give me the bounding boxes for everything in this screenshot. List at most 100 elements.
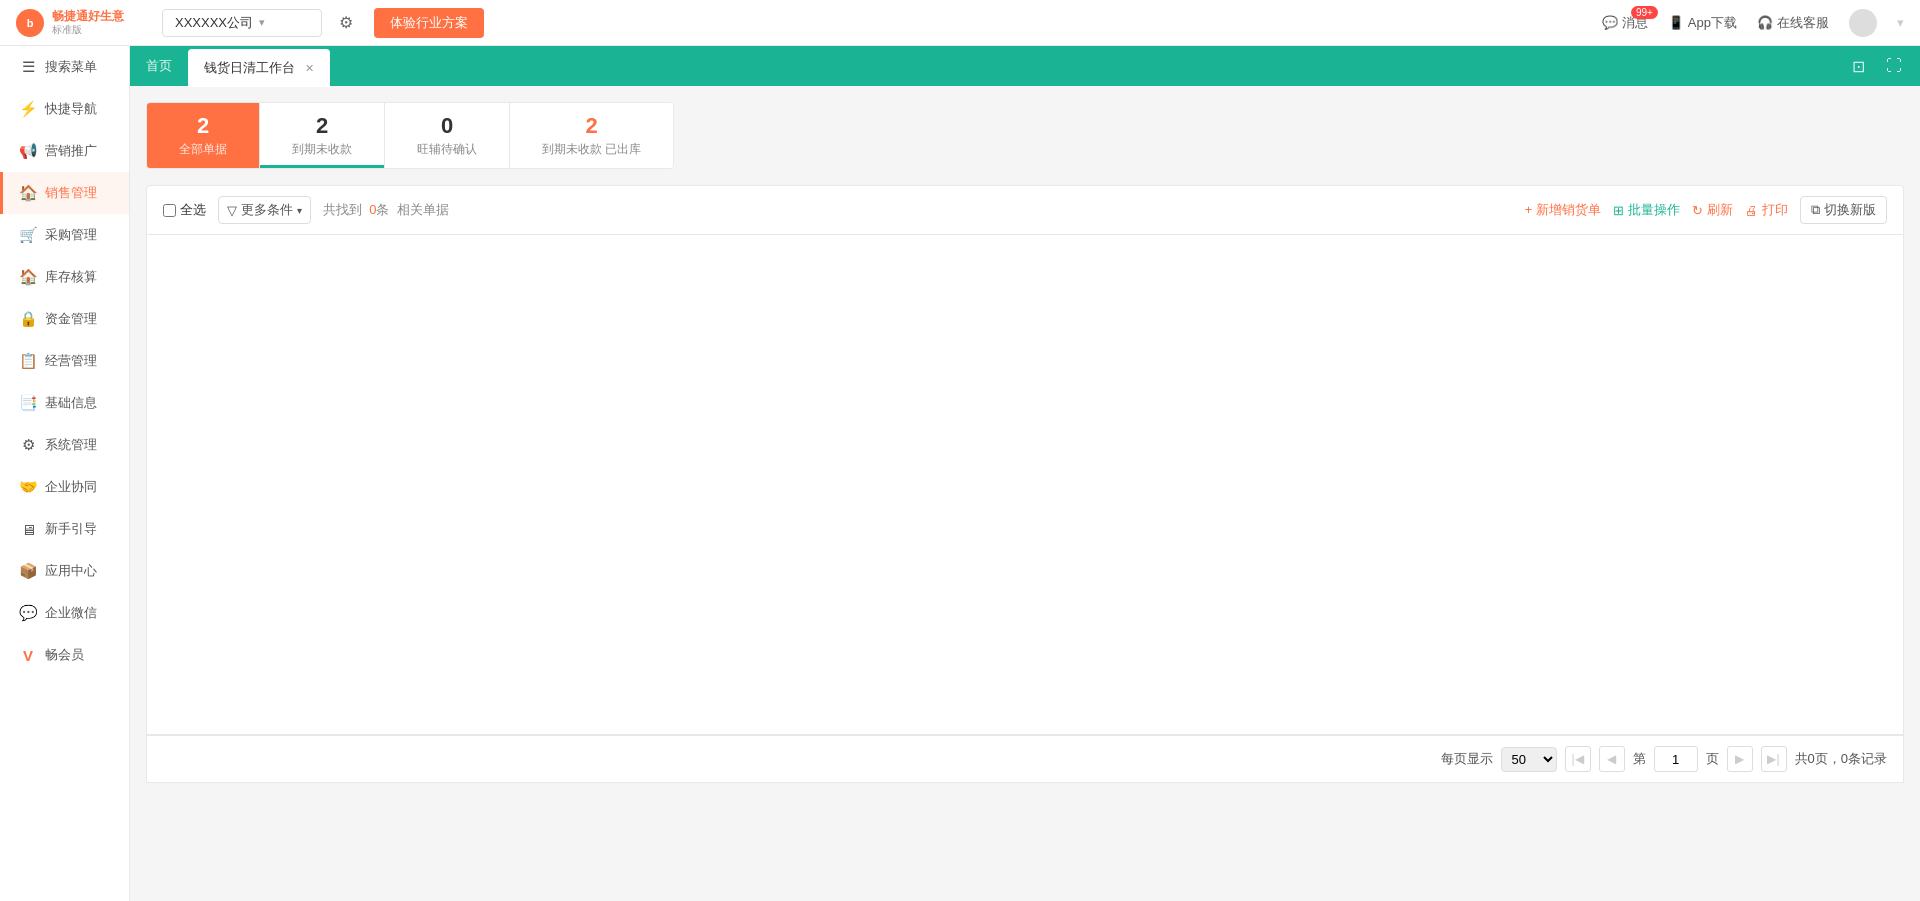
stats-tab-pending[interactable]: 0 旺辅待确认 <box>385 103 510 168</box>
logo-title: 畅捷通好生意 <box>52 9 124 23</box>
found-unit: 条 <box>376 202 389 217</box>
page-label: 第 <box>1633 750 1646 768</box>
filter-chevron-icon: ▾ <box>297 205 302 216</box>
sidebar-item-marketing[interactable]: 📢 营销推广 <box>0 130 129 172</box>
sidebar-item-cooperation[interactable]: 🤝 企业协同 <box>0 466 129 508</box>
svg-text:b: b <box>27 17 34 29</box>
batch-operation-button[interactable]: ⊞ 批量操作 <box>1613 201 1680 219</box>
sidebar-item-label-cooperation: 企业协同 <box>45 478 97 496</box>
stats-label-overdue: 到期未收款 <box>292 141 352 158</box>
sidebar-item-guide[interactable]: 🖥 新手引导 <box>0 508 129 550</box>
top-bar-right: 💬 消息 99+ 📱 App下载 🎧 在线客服 ▾ <box>1602 9 1904 37</box>
select-all-label: 全选 <box>180 201 206 219</box>
guide-icon: 🖥 <box>19 520 37 538</box>
filter-icon: ▽ <box>227 203 237 218</box>
quick-nav-icon: ⚡ <box>19 100 37 118</box>
tab-close-icon[interactable]: ✕ <box>305 62 314 75</box>
stats-tab-all[interactable]: 2 全部单据 <box>147 103 260 168</box>
sidebar-item-label-guide: 新手引导 <box>45 520 97 538</box>
sidebar-item-app-center[interactable]: 📦 应用中心 <box>0 550 129 592</box>
add-sales-order-button[interactable]: + 新增销货单 <box>1525 201 1601 219</box>
select-all-checkbox[interactable]: 全选 <box>163 201 206 219</box>
sidebar-item-label-system: 系统管理 <box>45 436 97 454</box>
sidebar-item-capital[interactable]: 🔒 资金管理 <box>0 298 129 340</box>
found-prefix: 共找到 <box>323 202 362 217</box>
found-suffix: 相关单据 <box>397 202 449 217</box>
print-label: 打印 <box>1762 201 1788 219</box>
company-selector[interactable]: XXXXXX公司 ▾ <box>162 9 322 37</box>
current-page-input[interactable] <box>1654 746 1698 772</box>
sidebar-item-sales[interactable]: 🏠 销售管理 <box>0 172 129 214</box>
stats-count-shipped: 2 <box>586 113 598 139</box>
select-all-input[interactable] <box>163 204 176 217</box>
sidebar-item-label-wechat: 企业微信 <box>45 604 97 622</box>
stats-tab-underline <box>260 165 384 168</box>
sidebar-item-operation[interactable]: 📋 经营管理 <box>0 340 129 382</box>
sidebar-item-purchase[interactable]: 🛒 采购管理 <box>0 214 129 256</box>
first-page-button[interactable]: |◀ <box>1565 746 1591 772</box>
tab-bar-actions: ⊡ ⛶ <box>1844 52 1920 80</box>
tab-cashflow[interactable]: 钱货日清工作台 ✕ <box>188 49 330 87</box>
next-page-button[interactable]: ▶ <box>1727 746 1753 772</box>
per-page-select[interactable]: 50 20 100 <box>1501 747 1557 772</box>
switch-label: 切换新版 <box>1824 201 1876 219</box>
sidebar-item-label-sales: 销售管理 <box>45 184 97 202</box>
sidebar-item-system[interactable]: ⚙ 系统管理 <box>0 424 129 466</box>
logo-text: 畅捷通好生意 标准版 <box>52 9 124 35</box>
sidebar-item-label-operation: 经营管理 <box>45 352 97 370</box>
stats-tabs: 2 全部单据 2 到期未收款 0 旺辅待确认 2 到期未收款 已出库 <box>146 102 674 169</box>
tab-home-label: 首页 <box>146 57 172 75</box>
sidebar-item-quick-nav[interactable]: ⚡ 快捷导航 <box>0 88 129 130</box>
found-text: 共找到 0条 相关单据 <box>323 201 449 219</box>
sidebar-item-inventory[interactable]: 🏠 库存核算 <box>0 256 129 298</box>
settings-icon[interactable]: ⚙ <box>330 7 362 39</box>
cooperation-icon: 🤝 <box>19 478 37 496</box>
sidebar-item-label-marketing: 营销推广 <box>45 142 97 160</box>
tab-home[interactable]: 首页 <box>130 46 188 86</box>
refresh-label: 刷新 <box>1707 201 1733 219</box>
last-page-button[interactable]: ▶| <box>1761 746 1787 772</box>
total-info: 共0页，0条记录 <box>1795 750 1887 768</box>
tab-minimize-icon[interactable]: ⊡ <box>1844 52 1872 80</box>
experience-button[interactable]: 体验行业方案 <box>374 8 484 38</box>
operation-icon: 📋 <box>19 352 37 370</box>
stats-tab-overdue[interactable]: 2 到期未收款 <box>260 103 385 168</box>
sidebar-item-wechat[interactable]: 💬 企业微信 <box>0 592 129 634</box>
prev-page-button[interactable]: ◀ <box>1599 746 1625 772</box>
tab-bar: 首页 钱货日清工作台 ✕ ⊡ ⛶ <box>130 46 1920 86</box>
per-page-label: 每页显示 <box>1441 750 1493 768</box>
toolbar-right: + 新增销货单 ⊞ 批量操作 ↻ 刷新 🖨 打印 ⧉ 切换新版 <box>1525 196 1887 224</box>
user-name[interactable]: ▾ <box>1897 15 1904 30</box>
message-button[interactable]: 💬 消息 99+ <box>1602 14 1648 32</box>
online-service-button[interactable]: 🎧 在线客服 <box>1757 14 1829 32</box>
sidebar-item-search-menu[interactable]: ☰ 搜索菜单 <box>0 46 129 88</box>
headset-icon: 🎧 <box>1757 15 1773 30</box>
system-icon: ⚙ <box>19 436 37 454</box>
online-service-label: 在线客服 <box>1777 14 1829 32</box>
sidebar-item-vip[interactable]: V 畅会员 <box>0 634 129 676</box>
batch-label: 批量操作 <box>1628 201 1680 219</box>
logo: b 畅捷通好生意 标准版 <box>16 9 146 37</box>
app-download-label: App下载 <box>1688 14 1737 32</box>
marketing-icon: 📢 <box>19 142 37 160</box>
filter-button[interactable]: ▽ 更多条件 ▾ <box>218 196 311 224</box>
avatar[interactable] <box>1849 9 1877 37</box>
sidebar-item-basic-info[interactable]: 📑 基础信息 <box>0 382 129 424</box>
sidebar-item-label-search-menu: 搜索菜单 <box>45 58 97 76</box>
print-button[interactable]: 🖨 打印 <box>1745 201 1788 219</box>
refresh-button[interactable]: ↻ 刷新 <box>1692 201 1733 219</box>
tab-maximize-icon[interactable]: ⛶ <box>1880 52 1908 80</box>
sidebar-item-label-quick-nav: 快捷导航 <box>45 100 97 118</box>
message-badge: 99+ <box>1631 6 1658 19</box>
sidebar-item-label-capital: 资金管理 <box>45 310 97 328</box>
app-center-icon: 📦 <box>19 562 37 580</box>
capital-icon: 🔒 <box>19 310 37 328</box>
sidebar-item-label-vip: 畅会员 <box>45 646 84 664</box>
page-suffix: 页 <box>1706 750 1719 768</box>
app-download-button[interactable]: 📱 App下载 <box>1668 14 1737 32</box>
stats-count-overdue: 2 <box>316 113 328 139</box>
toolbar-left: 全选 ▽ 更多条件 ▾ 共找到 0条 相关单据 <box>163 196 1513 224</box>
switch-version-button[interactable]: ⧉ 切换新版 <box>1800 196 1887 224</box>
stats-tab-shipped[interactable]: 2 到期未收款 已出库 <box>510 103 673 168</box>
tab-cashflow-label: 钱货日清工作台 <box>204 59 295 77</box>
